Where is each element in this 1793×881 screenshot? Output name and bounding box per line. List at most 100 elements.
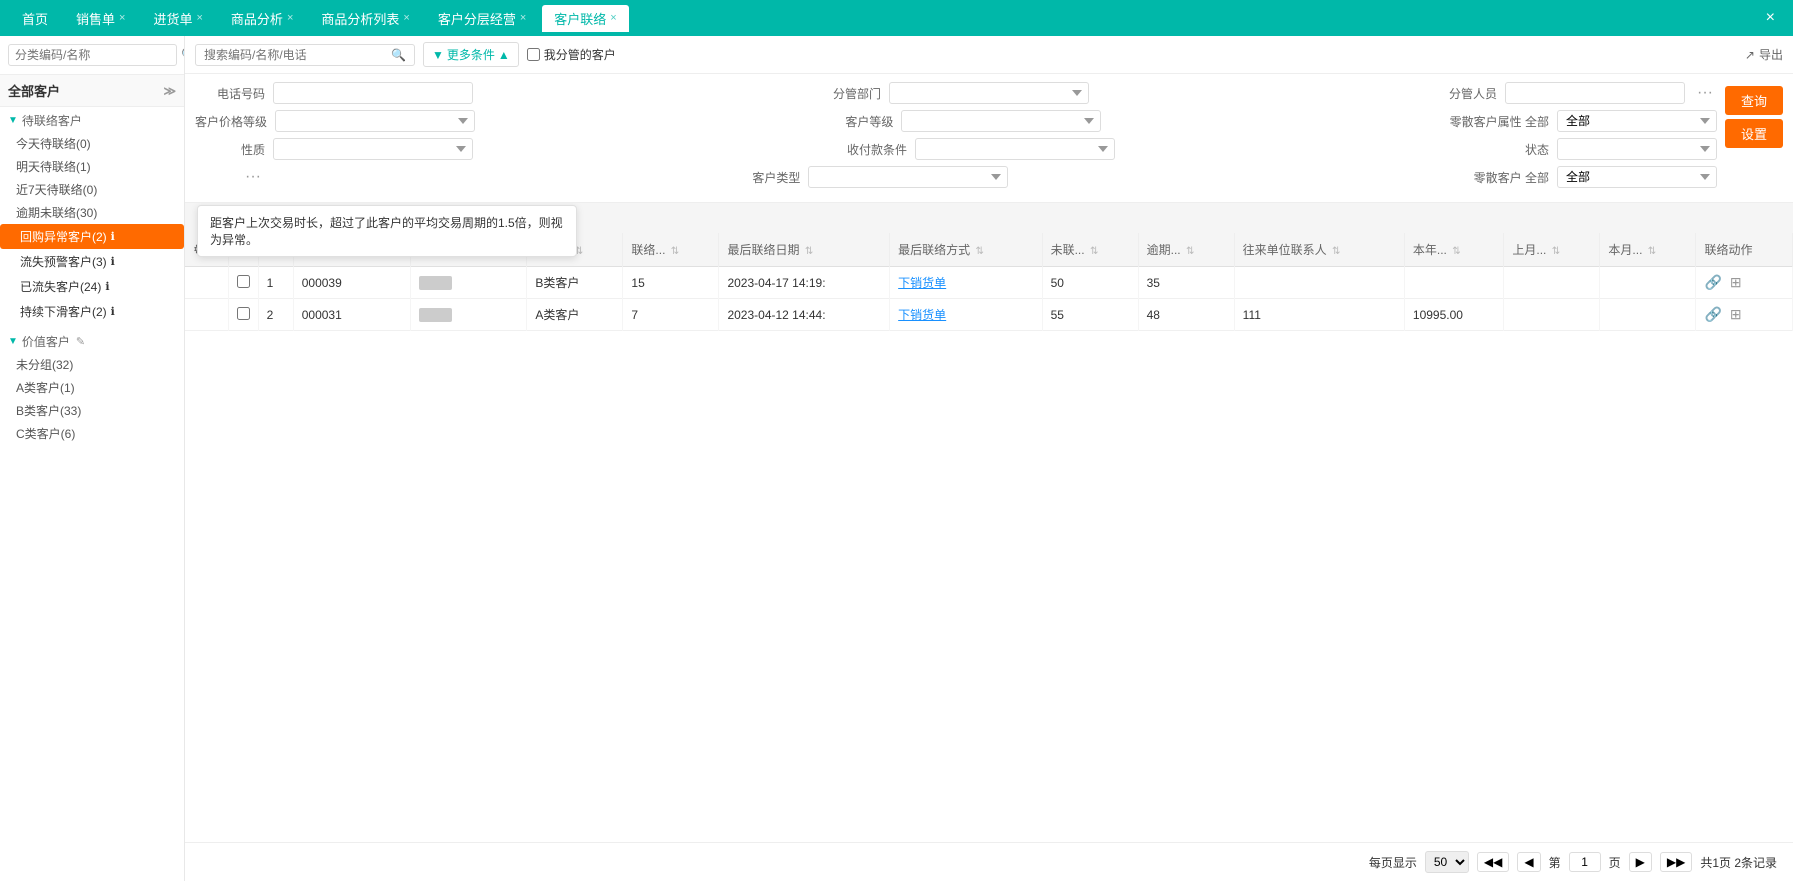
nature-label: 性质 xyxy=(195,141,265,158)
price-grade-select[interactable] xyxy=(275,110,475,132)
search-input[interactable] xyxy=(204,48,387,62)
retail-customer-select[interactable]: 全部 xyxy=(1557,166,1717,188)
manager-input[interactable] xyxy=(1505,82,1685,104)
tab-analysis-list-label: 商品分析列表 xyxy=(321,9,399,28)
customer-type-select[interactable] xyxy=(808,166,1008,188)
tab-customer-tier-close[interactable]: × xyxy=(520,12,526,24)
row2-method-link[interactable]: 下销货单 xyxy=(898,308,946,322)
tab-customer-contact[interactable]: 客户联络 × xyxy=(542,5,628,32)
last-page-btn[interactable]: ▶▶ xyxy=(1660,852,1692,872)
manager-dots[interactable]: ··· xyxy=(1693,84,1717,102)
col-last-month-header[interactable]: 上月... ⇅ xyxy=(1504,233,1600,267)
col-contact-header[interactable]: 联络... ⇅ xyxy=(623,233,719,267)
prev-page-btn[interactable]: ◀ xyxy=(1517,852,1540,872)
sidebar-search-input[interactable] xyxy=(8,44,177,66)
row1-method-link[interactable]: 下销货单 xyxy=(898,276,946,290)
more-conditions-btn[interactable]: ▼ 更多条件 ▲ xyxy=(423,42,519,67)
row1-checkbox[interactable] xyxy=(228,267,258,299)
sidebar-item-repurchase-abnormal[interactable]: 回购异常客户(2) ℹ xyxy=(0,224,184,249)
sidebar-item-churned[interactable]: 已流失客户(24) ℹ xyxy=(0,274,184,299)
row2-link-icon[interactable]: 🔗 xyxy=(1704,306,1721,323)
all-customers-label: 全部客户 xyxy=(8,81,60,100)
payment-select[interactable] xyxy=(915,138,1115,160)
row1-action-icons: 🔗 ⊞ xyxy=(1704,274,1784,291)
tab-analysis-close[interactable]: × xyxy=(287,12,293,24)
query-button[interactable]: 查询 xyxy=(1725,86,1783,115)
tab-analysis-list[interactable]: 商品分析列表 × xyxy=(309,5,421,32)
sidebar-item-churn-warning[interactable]: 流失预警客户(3) ℹ xyxy=(0,249,184,274)
tab-customer-tier[interactable]: 客户分层经营 × xyxy=(426,5,538,32)
col-last-contact-date-header[interactable]: 最后联络日期 ⇅ xyxy=(719,233,890,267)
row1-grid-icon[interactable]: ⊞ xyxy=(1730,274,1742,291)
sidebar-item-today[interactable]: 今天待联络(0) xyxy=(0,132,184,155)
declining-info-icon: ℹ xyxy=(111,305,115,318)
department-select[interactable] xyxy=(889,82,1089,104)
row2-check[interactable] xyxy=(237,307,250,320)
col-uncontacted-header[interactable]: 未联... ⇅ xyxy=(1042,233,1138,267)
value-customers-group[interactable]: ▼ 价值客户 ✎ xyxy=(0,328,184,353)
row1-check[interactable] xyxy=(237,275,250,288)
department-select-wrapper xyxy=(889,82,1089,104)
per-page-select[interactable]: 50 xyxy=(1425,851,1469,873)
tab-sales-close[interactable]: × xyxy=(119,12,125,24)
sidebar-item-class-a[interactable]: A类客户(1) xyxy=(0,376,184,399)
tab-home[interactable]: 首页 xyxy=(10,5,60,32)
chevron-up-icon: ▲ xyxy=(498,48,510,62)
payment-wrapper xyxy=(915,138,1115,160)
export-button[interactable]: ↗ 导出 xyxy=(1745,46,1783,63)
filter-bar: 🔍 ▼ 更多条件 ▲ 我分管的客户 ↗ 导出 xyxy=(185,36,1793,74)
sidebar-item-declining[interactable]: 持续下滑客户(2) ℹ xyxy=(0,299,184,324)
filter-row-3: 性质 收付款条件 xyxy=(195,138,1717,160)
row2-grid-icon[interactable]: ⊞ xyxy=(1730,306,1742,323)
search-icon: 🔍 xyxy=(391,48,406,62)
col-overdue-header[interactable]: 逾期... ⇅ xyxy=(1138,233,1234,267)
tab-purchase-label: 进货单 xyxy=(153,9,192,28)
status-select[interactable] xyxy=(1557,138,1717,160)
sidebar-item-overdue[interactable]: 逾期未联络(30) xyxy=(0,201,184,224)
group-pending-contact[interactable]: ▼ 待联络客户 xyxy=(0,107,184,132)
page-number-input[interactable] xyxy=(1569,852,1601,872)
tab-purchase[interactable]: 进货单 × xyxy=(141,5,214,32)
my-customers-checkbox-label[interactable]: 我分管的客户 xyxy=(527,46,616,63)
row4-dots[interactable]: ··· xyxy=(195,168,265,186)
row1-link-icon[interactable]: 🔗 xyxy=(1704,274,1721,291)
first-page-btn[interactable]: ◀◀ xyxy=(1477,852,1509,872)
value-customers-edit[interactable]: ✎ xyxy=(76,335,85,348)
customer-grade-select[interactable] xyxy=(901,110,1101,132)
col-unit-contact-header[interactable]: 往来单位联系人 ⇅ xyxy=(1234,233,1404,267)
sidebar-item-7days[interactable]: 近7天待联络(0) xyxy=(0,178,184,201)
window-close-button[interactable]: × xyxy=(1758,9,1783,27)
next-page-btn[interactable]: ▶ xyxy=(1629,852,1652,872)
tab-analysis-list-close[interactable]: × xyxy=(403,12,409,24)
repurchase-info-icon: ℹ xyxy=(111,230,115,243)
sidebar-item-class-c[interactable]: C类客户(6) xyxy=(0,422,184,445)
all-customers-header[interactable]: 全部客户 ≫ xyxy=(0,75,184,107)
phone-label: 电话号码 xyxy=(195,85,265,102)
sidebar-item-tomorrow[interactable]: 明天待联络(1) xyxy=(0,155,184,178)
customer-grade-wrapper xyxy=(901,110,1101,132)
manager-label: 分管人员 xyxy=(1427,85,1497,102)
col-this-year-header[interactable]: 本年... ⇅ xyxy=(1404,233,1503,267)
col-last-contact-method-header[interactable]: 最后联络方式 ⇅ xyxy=(890,233,1042,267)
row2-checkbox[interactable] xyxy=(228,299,258,331)
row2-last-method[interactable]: 下销货单 xyxy=(890,299,1042,331)
tab-analysis[interactable]: 商品分析 × xyxy=(219,5,305,32)
tab-customer-contact-close[interactable]: × xyxy=(610,12,616,24)
settings-button[interactable]: 设置 xyxy=(1725,119,1783,148)
sidebar-item-class-b[interactable]: B类客户(33) xyxy=(0,399,184,422)
churn-warning-label: 流失预警客户(3) xyxy=(20,253,107,270)
payment-label: 收付款条件 xyxy=(837,141,907,158)
retail-attr-select[interactable]: 全部 xyxy=(1557,110,1717,132)
sidebar-item-unclassified[interactable]: 未分组(32) xyxy=(0,353,184,376)
retail-customer-wrapper: 全部 xyxy=(1557,166,1717,188)
tab-purchase-close[interactable]: × xyxy=(196,12,202,24)
col-this-month-header[interactable]: 本月... ⇅ xyxy=(1600,233,1696,267)
table-row: 2 000031 A类客户 7 2023-04-12 14:44: 下销货单 xyxy=(185,299,1793,331)
row1-last-method[interactable]: 下销货单 xyxy=(890,267,1042,299)
tab-sales[interactable]: 销售单 × xyxy=(64,5,137,32)
nature-select[interactable] xyxy=(273,138,473,160)
phone-input[interactable] xyxy=(273,82,473,104)
this-month-sort-icon: ⇅ xyxy=(1648,246,1656,257)
table-container[interactable]: ⚙ 客户编码 ⇅ 客户名称 xyxy=(185,233,1793,842)
my-customers-checkbox[interactable] xyxy=(527,48,540,61)
